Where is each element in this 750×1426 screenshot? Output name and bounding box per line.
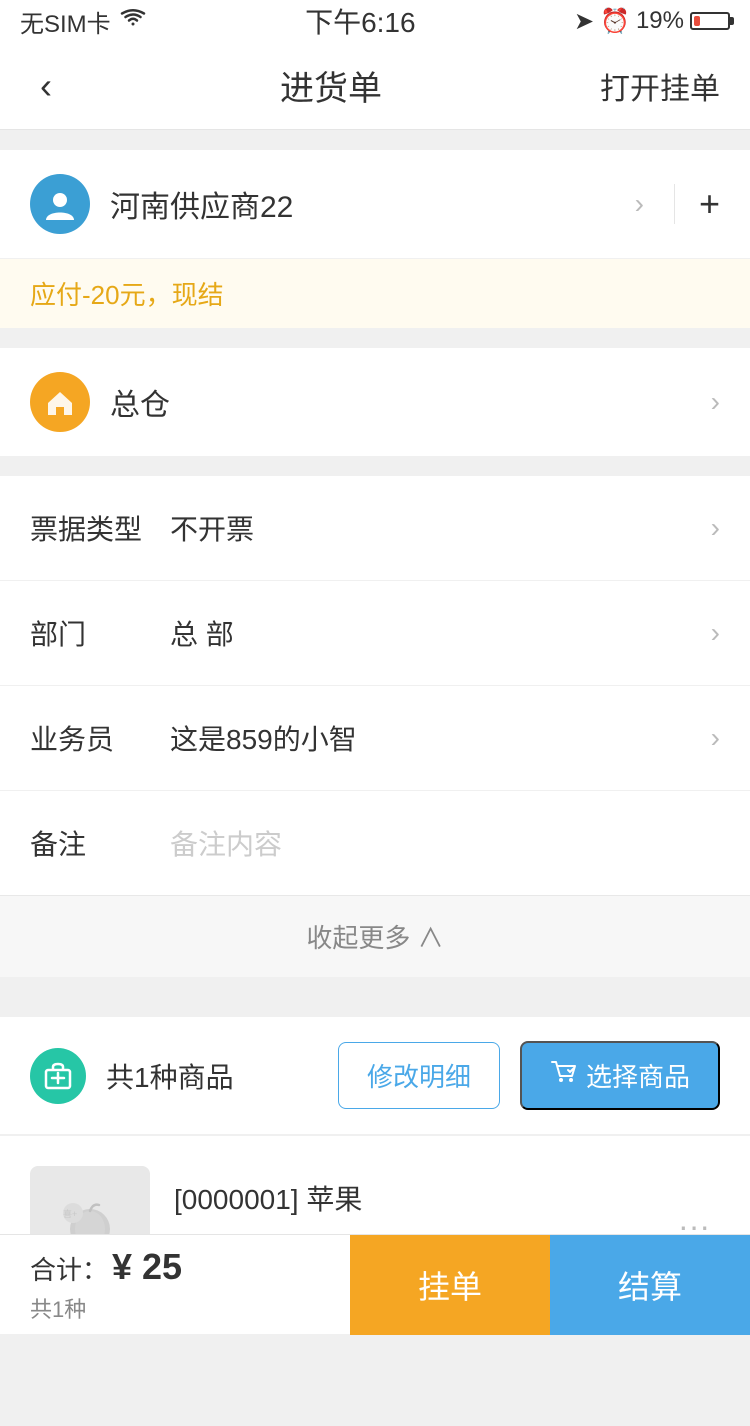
- suspend-button[interactable]: 挂单: [350, 1235, 550, 1335]
- form-row-invoice[interactable]: 票据类型 不开票 ›: [0, 476, 750, 581]
- page-title: 进货单: [280, 61, 382, 110]
- cart-icon: [550, 1060, 578, 1091]
- total-section: 合计： ¥ 25 共1种: [0, 1246, 350, 1324]
- department-chevron-icon: ›: [711, 617, 720, 649]
- section-gap-2: [0, 328, 750, 348]
- product-count-icon: [30, 1048, 86, 1104]
- warehouse-chevron-icon: ›: [711, 386, 720, 418]
- add-button[interactable]: +: [699, 183, 720, 225]
- warehouse-icon: [30, 372, 90, 432]
- svg-text:喜+: 喜+: [63, 1208, 77, 1219]
- product-header: 共1种商品 修改明细 选择商品: [0, 1017, 750, 1134]
- nav-bar: ‹ 进货单 打开挂单: [0, 42, 750, 130]
- warehouse-name: 总仓: [110, 380, 711, 424]
- bottom-bar: 合计： ¥ 25 共1种 挂单 结算: [0, 1234, 750, 1334]
- supplier-row[interactable]: 河南供应商22 › +: [0, 150, 750, 259]
- salesperson-value: 这是859的小智: [150, 718, 711, 758]
- battery-icon: [690, 12, 730, 30]
- battery-percent: 19%: [636, 7, 684, 35]
- open-pending-button[interactable]: 打开挂单: [600, 64, 720, 108]
- location-icon: ➤: [574, 7, 594, 36]
- product-code: [0000001]: [174, 1184, 299, 1215]
- select-product-button[interactable]: 选择商品: [520, 1041, 720, 1110]
- invoice-label: 票据类型: [30, 508, 150, 548]
- status-right: ➤ ⏰ 19%: [574, 7, 730, 36]
- salesperson-label: 业务员: [30, 718, 150, 758]
- total-label: 合计：: [30, 1250, 108, 1287]
- department-value: 总 部: [150, 613, 711, 653]
- form-row-salesperson[interactable]: 业务员 这是859的小智 ›: [0, 686, 750, 791]
- supplier-avatar: [30, 174, 90, 234]
- collapse-bar[interactable]: 收起更多 ∧: [0, 895, 750, 977]
- supplier-name: 河南供应商22: [110, 182, 635, 226]
- form-section: 票据类型 不开票 › 部门 总 部 › 业务员 这是859的小智 › 备注 备注…: [0, 476, 750, 895]
- form-row-department[interactable]: 部门 总 部 ›: [0, 581, 750, 686]
- department-label: 部门: [30, 613, 150, 653]
- carrier-text: 无SIM卡: [20, 4, 111, 39]
- checkout-button[interactable]: 结算: [550, 1235, 750, 1335]
- supplier-section: 河南供应商22 › + 应付-20元，现结: [0, 150, 750, 328]
- back-button[interactable]: ‹: [30, 55, 62, 117]
- wifi-icon: [119, 7, 147, 35]
- supplier-notice: 应付-20元，现结: [0, 259, 750, 328]
- total-count: 共1种: [30, 1292, 320, 1324]
- battery-fill: [694, 16, 700, 26]
- total-amount: ¥ 25: [112, 1246, 182, 1288]
- remark-value: 备注内容: [150, 823, 720, 863]
- section-gap-3: [0, 977, 750, 997]
- product-count-text: 共1种商品: [106, 1056, 318, 1096]
- status-left: 无SIM卡: [20, 4, 147, 39]
- section-gap-1: [0, 130, 750, 150]
- supplier-chevron-icon: ›: [635, 188, 644, 220]
- remark-label: 备注: [30, 823, 150, 863]
- warehouse-row[interactable]: 总仓 ›: [0, 348, 750, 456]
- supplier-divider: [674, 184, 675, 224]
- invoice-value: 不开票: [150, 508, 711, 548]
- main-content: 河南供应商22 › + 应付-20元，现结 总仓 › 票据类型 不开票 › 部门…: [0, 130, 750, 1426]
- product-name: [0000001] 苹果: [174, 1178, 644, 1218]
- invoice-chevron-icon: ›: [711, 512, 720, 544]
- select-product-label: 选择商品: [586, 1057, 690, 1094]
- form-row-remark[interactable]: 备注 备注内容: [0, 791, 750, 895]
- alarm-icon: ⏰: [600, 7, 630, 36]
- status-bar: 无SIM卡 下午6:16 ➤ ⏰ 19%: [0, 0, 750, 42]
- status-time: 下午6:16: [305, 1, 416, 41]
- product-title-name: 苹果: [306, 1184, 362, 1215]
- salesperson-chevron-icon: ›: [711, 722, 720, 754]
- edit-detail-button[interactable]: 修改明细: [338, 1042, 500, 1109]
